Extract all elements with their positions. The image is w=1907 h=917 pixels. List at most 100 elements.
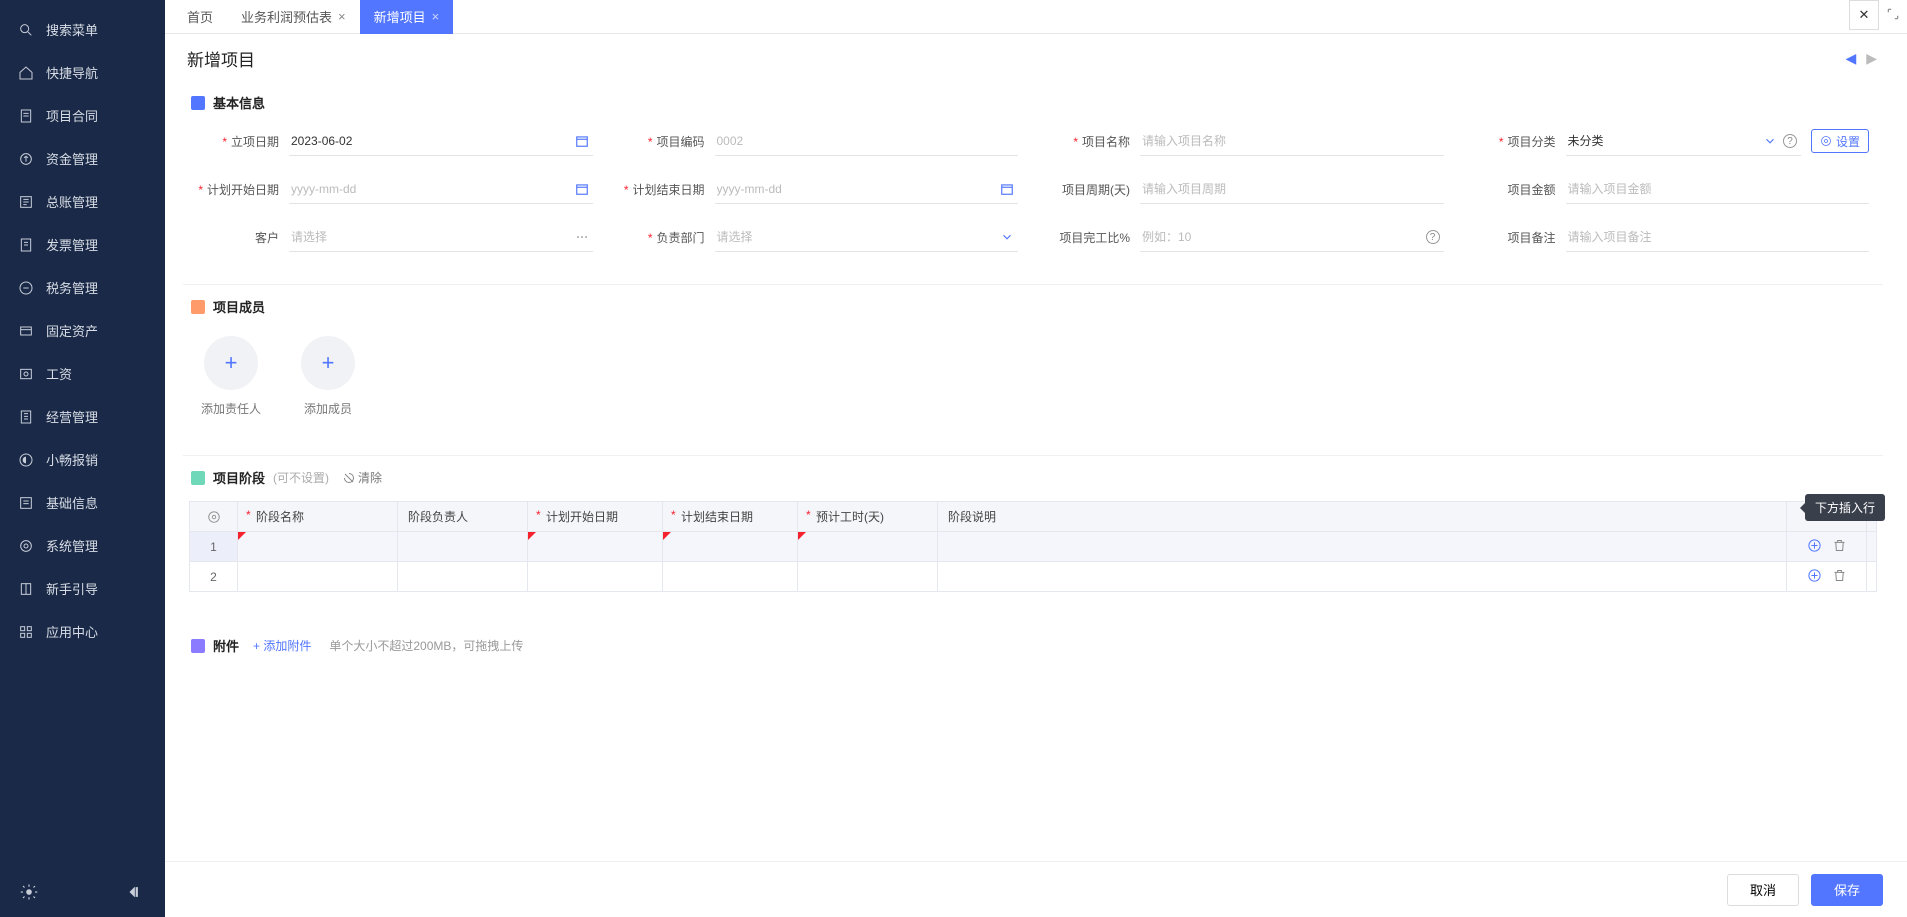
sidebar-item-system[interactable]: 系统管理 bbox=[0, 524, 165, 567]
next-record-icon[interactable]: ▶ bbox=[1866, 50, 1877, 67]
cell-phase-owner[interactable] bbox=[398, 562, 528, 592]
sidebar-item-project-contract[interactable]: 项目合同 bbox=[0, 94, 165, 137]
cell-phase-owner[interactable] bbox=[398, 532, 528, 562]
prev-record-icon[interactable]: ◀ bbox=[1845, 50, 1856, 67]
page-title: 新增项目 bbox=[187, 46, 255, 71]
calendar-icon[interactable] bbox=[575, 182, 589, 196]
table-row[interactable]: 2 bbox=[190, 562, 1877, 592]
help-icon[interactable]: ? bbox=[1426, 230, 1440, 244]
dept-select[interactable] bbox=[715, 222, 1019, 252]
close-all-tabs-button[interactable]: ✕ bbox=[1849, 0, 1879, 30]
sidebar-item-invoice[interactable]: 发票管理 bbox=[0, 223, 165, 266]
home-icon bbox=[18, 65, 34, 81]
th-plan-start: 计划开始日期 bbox=[528, 502, 663, 532]
add-owner-button[interactable]: + 添加责任人 bbox=[201, 336, 261, 417]
cell-hours[interactable] bbox=[798, 532, 938, 562]
label-dept: 负责部门 bbox=[656, 231, 704, 245]
sidebar-item-ledger[interactable]: 总账管理 bbox=[0, 180, 165, 223]
cell-plan-start[interactable] bbox=[528, 532, 663, 562]
category-settings-button[interactable]: 设置 bbox=[1811, 129, 1869, 153]
sidebar-label: 系统管理 bbox=[46, 536, 98, 555]
sidebar-label: 新手引导 bbox=[46, 579, 98, 598]
sidebar-label: 经营管理 bbox=[46, 407, 98, 426]
insert-row-icon[interactable] bbox=[1807, 568, 1822, 586]
sidebar-label: 小畅报销 bbox=[46, 450, 98, 469]
section-title-basic: 基本信息 bbox=[213, 93, 265, 112]
cell-desc[interactable] bbox=[938, 562, 1787, 592]
business-icon bbox=[18, 409, 34, 425]
asset-icon bbox=[18, 323, 34, 339]
contract-icon bbox=[18, 108, 34, 124]
sidebar-item-salary[interactable]: 工资 bbox=[0, 352, 165, 395]
calendar-icon[interactable] bbox=[575, 134, 589, 148]
sidebar-item-tax[interactable]: 税务管理 bbox=[0, 266, 165, 309]
sidebar-label: 工资 bbox=[46, 364, 72, 383]
sidebar-item-asset[interactable]: 固定资产 bbox=[0, 309, 165, 352]
cancel-button[interactable]: 取消 bbox=[1727, 874, 1799, 906]
tab-profit-estimate[interactable]: 业务利润预估表× bbox=[227, 0, 360, 34]
tab-new-project[interactable]: 新增项目× bbox=[360, 0, 454, 34]
project-name-input[interactable] bbox=[1140, 126, 1444, 156]
project-code-input[interactable] bbox=[715, 126, 1019, 156]
calendar-icon[interactable] bbox=[1000, 182, 1014, 196]
add-member-button[interactable]: + 添加成员 bbox=[301, 336, 355, 417]
tab-close-icon[interactable]: × bbox=[338, 10, 346, 23]
sidebar-item-quick-nav[interactable]: 快捷导航 bbox=[0, 51, 165, 94]
cell-hours[interactable] bbox=[798, 562, 938, 592]
sidebar: 搜索菜单 快捷导航 项目合同 资金管理 总账管理 发票管理 bbox=[0, 0, 165, 917]
insert-row-icon[interactable] bbox=[1807, 538, 1822, 556]
delete-row-icon[interactable] bbox=[1832, 568, 1847, 586]
settings-gear-icon[interactable] bbox=[20, 883, 38, 901]
section-badge-icon bbox=[191, 300, 205, 314]
apps-icon bbox=[18, 624, 34, 640]
cell-plan-end[interactable] bbox=[663, 562, 798, 592]
tab-home[interactable]: 首页 bbox=[173, 0, 227, 34]
sidebar-item-business[interactable]: 经营管理 bbox=[0, 395, 165, 438]
plan-end-input[interactable] bbox=[715, 174, 1019, 204]
save-button[interactable]: 保存 bbox=[1811, 874, 1883, 906]
phase-table: 阶段名称 阶段负责人 计划开始日期 计划结束日期 预计工时(天) 阶段说明 bbox=[189, 501, 1877, 592]
cell-phase-name[interactable] bbox=[238, 562, 398, 592]
progress-input[interactable] bbox=[1140, 222, 1444, 252]
customer-select[interactable] bbox=[289, 222, 593, 252]
sidebar-item-guide[interactable]: 新手引导 bbox=[0, 567, 165, 610]
sidebar-item-reimburse[interactable]: 小畅报销 bbox=[0, 438, 165, 481]
section-title-attach: 附件 bbox=[213, 636, 239, 655]
cell-plan-end[interactable] bbox=[663, 532, 798, 562]
reimburse-icon bbox=[18, 452, 34, 468]
label-plan-end: 计划结束日期 bbox=[632, 183, 704, 197]
sidebar-item-apps[interactable]: 应用中心 bbox=[0, 610, 165, 653]
help-icon[interactable]: ? bbox=[1783, 134, 1797, 148]
delete-row-icon[interactable] bbox=[1832, 538, 1847, 556]
cell-plan-start[interactable] bbox=[528, 562, 663, 592]
project-cycle-input[interactable] bbox=[1140, 174, 1444, 204]
th-phase-owner: 阶段负责人 bbox=[398, 502, 528, 532]
setup-date-input[interactable] bbox=[289, 126, 593, 156]
table-row[interactable]: 1 bbox=[190, 532, 1877, 562]
cell-desc[interactable] bbox=[938, 532, 1787, 562]
sidebar-item-basic-info[interactable]: 基础信息 bbox=[0, 481, 165, 524]
project-amount-input[interactable] bbox=[1566, 174, 1870, 204]
label-progress: 项目完工比% bbox=[1059, 231, 1130, 245]
label-customer: 客户 bbox=[255, 231, 279, 245]
expand-icon[interactable] bbox=[1883, 4, 1903, 24]
chevron-down-icon[interactable] bbox=[1000, 230, 1014, 244]
add-attachment-button[interactable]: + 添加附件 bbox=[253, 637, 311, 654]
sidebar-item-fund[interactable]: 资金管理 bbox=[0, 137, 165, 180]
chevron-down-icon[interactable] bbox=[1763, 134, 1777, 148]
section-title-phases: 项目阶段 bbox=[213, 468, 265, 487]
more-icon[interactable] bbox=[575, 230, 589, 244]
label-remark: 项目备注 bbox=[1507, 231, 1555, 245]
tab-close-icon[interactable]: × bbox=[432, 10, 440, 23]
system-icon bbox=[18, 538, 34, 554]
sidebar-item-search[interactable]: 搜索菜单 bbox=[0, 8, 165, 51]
remark-input[interactable] bbox=[1566, 222, 1870, 252]
sidebar-label: 税务管理 bbox=[46, 278, 98, 297]
plan-start-input[interactable] bbox=[289, 174, 593, 204]
cell-phase-name[interactable] bbox=[238, 532, 398, 562]
collapse-sidebar-icon[interactable] bbox=[127, 883, 145, 901]
clear-phases-button[interactable]: 清除 bbox=[343, 469, 382, 486]
sidebar-label: 资金管理 bbox=[46, 149, 98, 168]
salary-icon bbox=[18, 366, 34, 382]
table-settings-icon[interactable] bbox=[190, 502, 238, 532]
